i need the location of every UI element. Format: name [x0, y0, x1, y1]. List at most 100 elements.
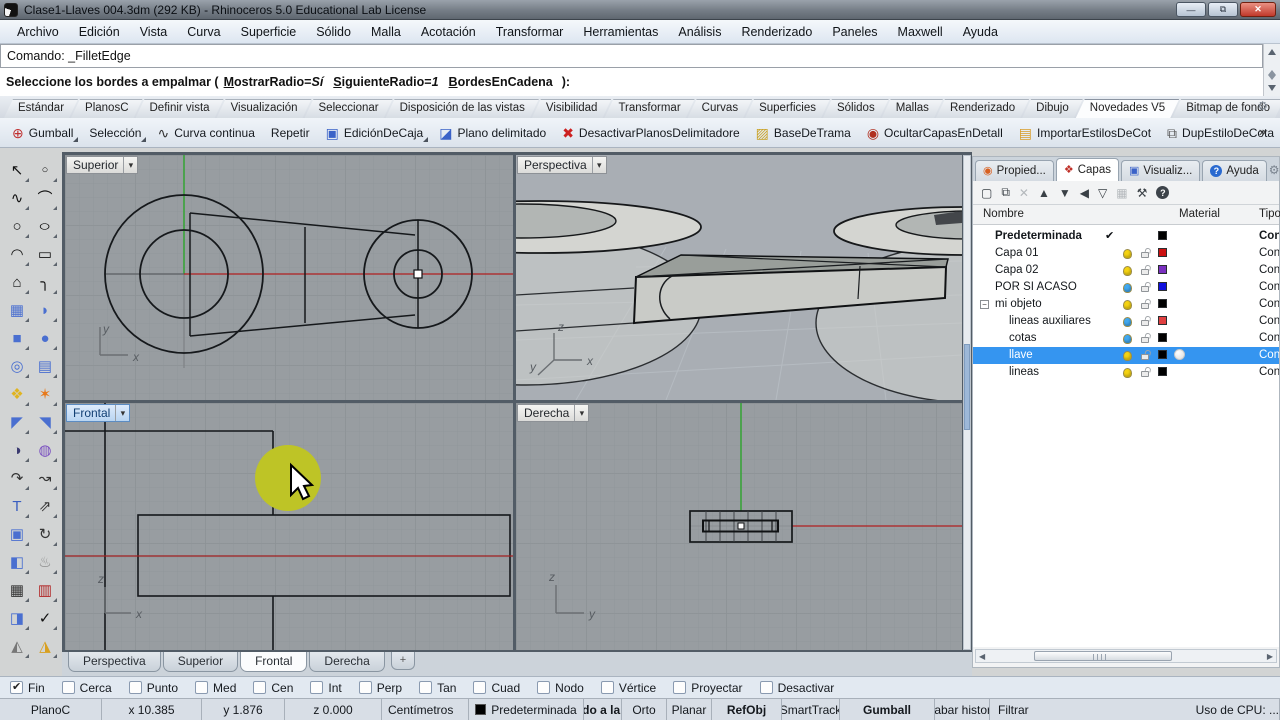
- surface-layout-icon[interactable]: ◨: [3, 604, 31, 632]
- circle-icon[interactable]: ○: [3, 212, 31, 240]
- gumball-button[interactable]: ⊕ Gumball: [6, 123, 79, 143]
- bulb-icon[interactable]: [1123, 334, 1132, 344]
- panel-vertical-scrollbar[interactable]: [963, 155, 971, 650]
- menu-item[interactable]: Ayuda: [954, 23, 1007, 41]
- desactivar-planos-button[interactable]: ✖ DesactivarPlanosDelimitadore: [556, 123, 745, 143]
- checkbox[interactable]: [358, 681, 372, 694]
- lock-icon[interactable]: [1141, 303, 1149, 309]
- toolbar-tab[interactable]: Transformar: [604, 99, 694, 118]
- layer-color-swatch[interactable]: [1158, 265, 1167, 274]
- layer-row[interactable]: Capa 01 Contin: [973, 245, 1279, 262]
- viewport-tab[interactable]: Superior: [162, 652, 239, 672]
- mesh-surface-icon[interactable]: ▤: [31, 352, 59, 380]
- menu-item[interactable]: Malla: [362, 23, 410, 41]
- bulb-icon[interactable]: [1123, 300, 1132, 310]
- explode-icon[interactable]: ✶: [31, 380, 59, 408]
- chamfer-edge-icon[interactable]: ◥: [31, 408, 59, 436]
- fillet-edge-icon[interactable]: ◤: [3, 408, 31, 436]
- layer-linetype[interactable]: Contin: [1259, 247, 1279, 259]
- osnap-checkbox[interactable]: Nodo: [537, 681, 584, 695]
- viewport-tab[interactable]: Frontal: [240, 652, 308, 672]
- new-layer-icon[interactable]: ▢: [981, 186, 992, 200]
- checkbox[interactable]: [10, 680, 23, 694]
- point-cloud-icon[interactable]: ◍: [31, 436, 59, 464]
- osnap-checkbox[interactable]: Cerca: [61, 681, 112, 695]
- layer-linetype[interactable]: Contin: [1259, 264, 1279, 276]
- table-icon[interactable]: ▦: [1116, 186, 1127, 200]
- primitives-icon[interactable]: ◭: [3, 632, 31, 660]
- ellipse-icon[interactable]: ○: [31, 212, 59, 240]
- units-button[interactable]: Centímetros: [382, 699, 469, 720]
- extend-arc-icon[interactable]: ↝: [31, 464, 59, 492]
- osnap-checkbox[interactable]: Med: [195, 681, 236, 695]
- menu-item[interactable]: Acotación: [412, 23, 485, 41]
- toolbar-tab[interactable]: Superficies: [745, 99, 830, 118]
- solid-edit-icon[interactable]: ◧: [3, 548, 31, 576]
- osnap-checkbox[interactable]: Punto: [128, 681, 178, 695]
- ortho-toggle[interactable]: Orto: [622, 699, 667, 720]
- toolbar-tab[interactable]: Renderizado: [936, 99, 1029, 118]
- surface-points-icon[interactable]: ▦: [3, 296, 31, 324]
- minimize-button[interactable]: —: [1176, 2, 1206, 17]
- layer-color-swatch[interactable]: [1158, 231, 1167, 240]
- checkbox[interactable]: [61, 681, 75, 694]
- curved-surface-icon[interactable]: ◗: [31, 296, 59, 324]
- layer-color-swatch[interactable]: [1158, 299, 1167, 308]
- checkbox[interactable]: [310, 681, 324, 694]
- checkbox[interactable]: [473, 681, 487, 694]
- record-history-toggle[interactable]: Grabar historial: [935, 699, 990, 720]
- layer-row[interactable]: lineas auxiliares Contin: [973, 313, 1279, 330]
- lock-icon[interactable]: [1141, 320, 1149, 326]
- box-icon[interactable]: ■: [3, 324, 31, 352]
- filter-icon[interactable]: ▽: [1098, 186, 1107, 200]
- lock-icon[interactable]: [1141, 337, 1149, 343]
- lock-icon[interactable]: [1141, 371, 1149, 377]
- filter-toggle[interactable]: Filtrar: [990, 699, 1196, 720]
- layer-linetype[interactable]: Contin: [1259, 366, 1279, 378]
- rectangle-icon[interactable]: ▭: [31, 240, 59, 268]
- z-coordinate[interactable]: z 0.000: [285, 699, 382, 720]
- toolbar-tab[interactable]: Mallas: [882, 99, 943, 118]
- move-down-icon[interactable]: ▼: [1059, 186, 1071, 200]
- viewport-superior[interactable]: y x Superior: [65, 155, 513, 400]
- checkbox[interactable]: [759, 681, 773, 694]
- checkbox[interactable]: [195, 681, 209, 694]
- ocultar-capas-button[interactable]: ◉ OcultarCapasEnDetall: [861, 123, 1009, 143]
- tools-icon[interactable]: ⚒: [1137, 186, 1148, 200]
- scroll-up-icon[interactable]: [1268, 49, 1276, 55]
- pointer-icon[interactable]: ↖: [3, 156, 31, 184]
- menu-item[interactable]: Edición: [70, 23, 129, 41]
- move-up-icon[interactable]: ▲: [1038, 186, 1050, 200]
- layer-color-swatch[interactable]: [1158, 316, 1167, 325]
- viewport-derecha[interactable]: z y Derecha: [516, 403, 962, 650]
- layer-row[interactable]: mi objeto Contin: [973, 296, 1279, 313]
- column-header-tipo[interactable]: Tipol: [1259, 208, 1280, 220]
- toolbar-tab[interactable]: Dibujo: [1022, 99, 1083, 118]
- lights-icon[interactable]: ♨: [31, 548, 59, 576]
- fillet-curve-icon[interactable]: ╮: [31, 268, 59, 296]
- grid-array-icon[interactable]: ▦: [3, 576, 31, 604]
- layer-row[interactable]: lineas Contin: [973, 364, 1279, 381]
- panel-gear-icon[interactable]: ⚙: [1269, 163, 1280, 177]
- menu-item[interactable]: Sólido: [307, 23, 360, 41]
- toolbar-tab[interactable]: Disposición de las vistas: [386, 99, 539, 118]
- osnap-checkbox[interactable]: Int: [310, 681, 342, 695]
- toolbar-tab[interactable]: Definir vista: [136, 99, 224, 118]
- layer-linetype[interactable]: Contin: [1259, 332, 1279, 344]
- lock-icon[interactable]: [1141, 269, 1149, 275]
- column-header-nombre[interactable]: Nombre: [983, 208, 1024, 220]
- menu-item[interactable]: Transformar: [487, 23, 573, 41]
- restore-button[interactable]: ⧉: [1208, 2, 1238, 17]
- layer-linetype[interactable]: Contin: [1259, 349, 1279, 361]
- bulb-icon[interactable]: [1123, 249, 1132, 259]
- checkbox[interactable]: [673, 681, 687, 694]
- osnap-checkbox[interactable]: Desactivar: [759, 681, 834, 695]
- lock-icon[interactable]: [1141, 252, 1149, 258]
- menu-item[interactable]: Paneles: [823, 23, 886, 41]
- lock-icon[interactable]: [1141, 354, 1149, 360]
- y-coordinate[interactable]: y 1.876: [202, 699, 285, 720]
- spinner-down-icon[interactable]: [1268, 75, 1276, 80]
- torus-icon[interactable]: ◎: [3, 352, 31, 380]
- curve-boolean-icon[interactable]: ◑: [3, 436, 31, 464]
- checkbox[interactable]: [600, 681, 614, 694]
